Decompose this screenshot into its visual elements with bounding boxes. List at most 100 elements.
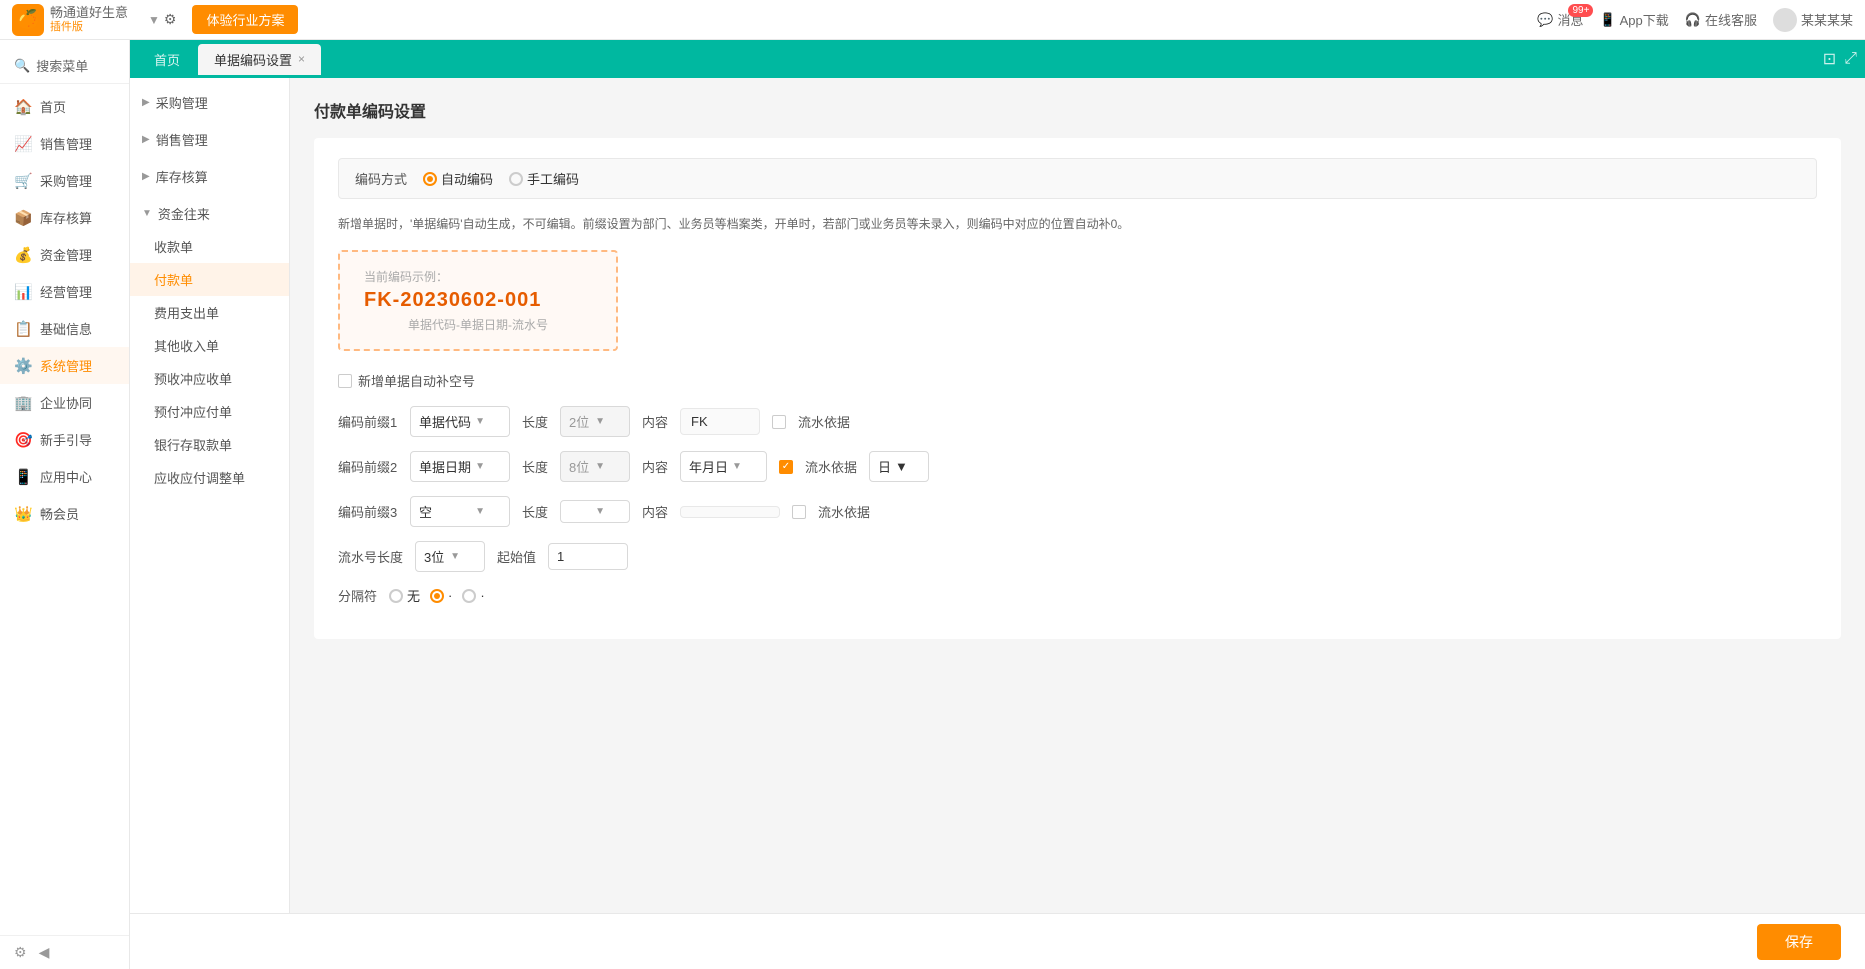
trial-button[interactable]: 体验行业方案 xyxy=(192,5,298,34)
sidebar-item-operations[interactable]: 📊 经营管理 xyxy=(0,273,129,310)
serial1-label: 流水依据 xyxy=(798,412,850,431)
auto-code-label: 自动编码 xyxy=(441,169,493,188)
sidebar-item-label: 销售管理 xyxy=(40,134,92,153)
separator-label: 分隔符 xyxy=(338,586,377,605)
capital-arrow-icon: ▼ xyxy=(142,208,152,219)
enterprise-icon: 🏢 xyxy=(14,394,32,412)
sub-menu-item-expense[interactable]: 费用支出单 xyxy=(130,296,289,329)
content2-arrow-icon: ▼ xyxy=(732,461,742,472)
layout: 🔍 搜索菜单 🏠 首页 📈 销售管理 🛒 采购管理 📦 库存核算 💰 资金管理 … xyxy=(0,40,1865,969)
length3-select[interactable]: ▼ xyxy=(560,500,630,523)
sub-menu-item-receipt[interactable]: 收款单 xyxy=(130,230,289,263)
start-value-input[interactable] xyxy=(548,543,628,570)
day-arrow-icon: ▼ xyxy=(895,459,908,474)
autofill-label: 新增单据自动补空号 xyxy=(358,371,475,390)
serial1-checkbox[interactable] xyxy=(772,415,786,429)
content2-select[interactable]: 年月日 ▼ xyxy=(680,451,767,482)
serial-length-select[interactable]: 3位 ▼ xyxy=(415,541,485,572)
manual-code-radio[interactable]: 手工编码 xyxy=(509,169,579,188)
prefix3-value: 空 xyxy=(419,502,432,521)
message-icon: 💬 xyxy=(1537,12,1553,28)
search-menu-item[interactable]: 🔍 搜索菜单 xyxy=(0,48,129,84)
sep-dash-option[interactable]: · xyxy=(462,588,484,603)
save-button[interactable]: 保存 xyxy=(1757,924,1841,960)
sidebar-item-appcenter[interactable]: 📱 应用中心 xyxy=(0,458,129,495)
sidebar-item-member[interactable]: 👑 畅会员 xyxy=(0,495,129,532)
auto-code-radio-dot xyxy=(423,172,437,186)
prefix1-label: 编码前缀1 xyxy=(338,412,398,431)
sep-dot-label: · xyxy=(448,588,452,603)
length1-label: 长度 xyxy=(522,412,548,431)
serial3-checkbox[interactable] xyxy=(792,505,806,519)
sidebar-item-label: 经营管理 xyxy=(40,282,92,301)
day-select[interactable]: 日 ▼ xyxy=(869,451,929,482)
messages-item[interactable]: 💬 消息 99+ xyxy=(1537,10,1583,29)
prefix2-select[interactable]: 单据日期 ▼ xyxy=(410,451,510,482)
serial-length-arrow-icon: ▼ xyxy=(450,551,460,562)
sales-icon: 📈 xyxy=(14,135,32,153)
sub-menu-item-prepay-pay[interactable]: 预付冲应付单 xyxy=(130,395,289,428)
finance-icon: 💰 xyxy=(14,246,32,264)
length1-select[interactable]: 2位 ▼ xyxy=(560,406,630,437)
auto-code-radio[interactable]: 自动编码 xyxy=(423,169,493,188)
sidebar-item-newguide[interactable]: 🎯 新手引导 xyxy=(0,421,129,458)
sep-none-option[interactable]: 无 xyxy=(389,586,420,605)
sub-menu-sales-header[interactable]: ▶ 销售管理 xyxy=(130,123,289,156)
expand-icon[interactable]: ⤢ xyxy=(1844,50,1857,68)
shrink-icon[interactable]: ⊡ xyxy=(1823,49,1836,69)
collapse-icon[interactable]: ◀ xyxy=(39,944,50,961)
tab-close-icon[interactable]: × xyxy=(298,52,305,66)
sidebar-item-finance[interactable]: 💰 资金管理 xyxy=(0,236,129,273)
sidebar-item-home[interactable]: 🏠 首页 xyxy=(0,88,129,125)
autofill-checkbox[interactable] xyxy=(338,374,352,388)
sub-menu-purchase-header[interactable]: ▶ 采购管理 xyxy=(130,86,289,119)
sep-dash-label: · xyxy=(480,588,484,603)
sep-dot-option[interactable]: · xyxy=(430,588,452,603)
sep-dot-radio xyxy=(430,589,444,603)
nav-gear-icon[interactable]: ⚙ xyxy=(164,11,177,28)
prefix1-arrow-icon: ▼ xyxy=(475,416,485,427)
nav-arrow[interactable]: ▼ xyxy=(148,13,160,27)
prefix1-select[interactable]: 单据代码 ▼ xyxy=(410,406,510,437)
settings-bottom-icon[interactable]: ⚙ xyxy=(14,944,27,961)
sep-options: 无 · · xyxy=(389,586,485,605)
sub-menu-item-adjust[interactable]: 应收应付调整单 xyxy=(130,461,289,494)
newguide-icon: 🎯 xyxy=(14,431,32,449)
serial2-label: 流水依据 xyxy=(805,457,857,476)
brand-icon: 🍊 xyxy=(12,4,44,36)
sub-menu-capital-header[interactable]: ▼ 资金往来 xyxy=(130,197,289,230)
serial-length-value: 3位 xyxy=(424,547,444,566)
sidebar-item-basic[interactable]: 📋 基础信息 xyxy=(0,310,129,347)
sub-menu-inventory-header[interactable]: ▶ 库存核算 xyxy=(130,160,289,193)
member-icon: 👑 xyxy=(14,505,32,523)
tab-home[interactable]: 首页 xyxy=(138,44,196,75)
app-download-item[interactable]: 📱 App下载 xyxy=(1599,10,1668,29)
sub-menu-item-bank[interactable]: 银行存取款单 xyxy=(130,428,289,461)
sales-arrow-icon: ▶ xyxy=(142,134,150,145)
serial2-checkbox[interactable]: ✓ xyxy=(779,460,793,474)
form-card: 编码方式 自动编码 手工编码 新增单据时，'单据编码'自动生成，不可编辑。前缀设… xyxy=(314,138,1841,639)
sub-menu-item-other-income[interactable]: 其他收入单 xyxy=(130,329,289,362)
main-content: 付款单编码设置 编码方式 自动编码 手工编码 xyxy=(290,78,1865,969)
prefix-row-2: 编码前缀2 单据日期 ▼ 长度 8位 ▼ 内容 年月日 xyxy=(338,451,1817,482)
prefix3-select[interactable]: 空 ▼ xyxy=(410,496,510,527)
length2-label: 长度 xyxy=(522,457,548,476)
user-item[interactable]: 某某某某 xyxy=(1773,8,1853,32)
encoding-label: 编码方式 xyxy=(355,169,407,188)
sidebar-item-inventory[interactable]: 📦 库存核算 xyxy=(0,199,129,236)
online-service-item[interactable]: 🎧 在线客服 xyxy=(1685,10,1757,29)
length1-arrow-icon: ▼ xyxy=(595,416,605,427)
sidebar-item-label: 资金管理 xyxy=(40,245,92,264)
length2-select[interactable]: 8位 ▼ xyxy=(560,451,630,482)
sub-menu-item-payment[interactable]: 付款单 xyxy=(130,263,289,296)
content-wrapper: ▶ 采购管理 ▶ 销售管理 ▶ 库存核算 xyxy=(130,78,1865,969)
length3-arrow-icon: ▼ xyxy=(595,506,605,517)
tab-active[interactable]: 单据编码设置 × xyxy=(198,44,321,75)
sidebar-item-sales[interactable]: 📈 销售管理 xyxy=(0,125,129,162)
left-sidebar: 🔍 搜索菜单 🏠 首页 📈 销售管理 🛒 采购管理 📦 库存核算 💰 资金管理 … xyxy=(0,40,130,969)
sub-menu-item-prepay-recv[interactable]: 预收冲应收单 xyxy=(130,362,289,395)
sidebar-item-enterprise[interactable]: 🏢 企业协同 xyxy=(0,384,129,421)
sidebar-item-purchase[interactable]: 🛒 采购管理 xyxy=(0,162,129,199)
info-text: 新增单据时，'单据编码'自动生成，不可编辑。前缀设置为部门、业务员等档案类，开单… xyxy=(338,215,1817,234)
sidebar-item-system[interactable]: ⚙️ 系统管理 xyxy=(0,347,129,384)
